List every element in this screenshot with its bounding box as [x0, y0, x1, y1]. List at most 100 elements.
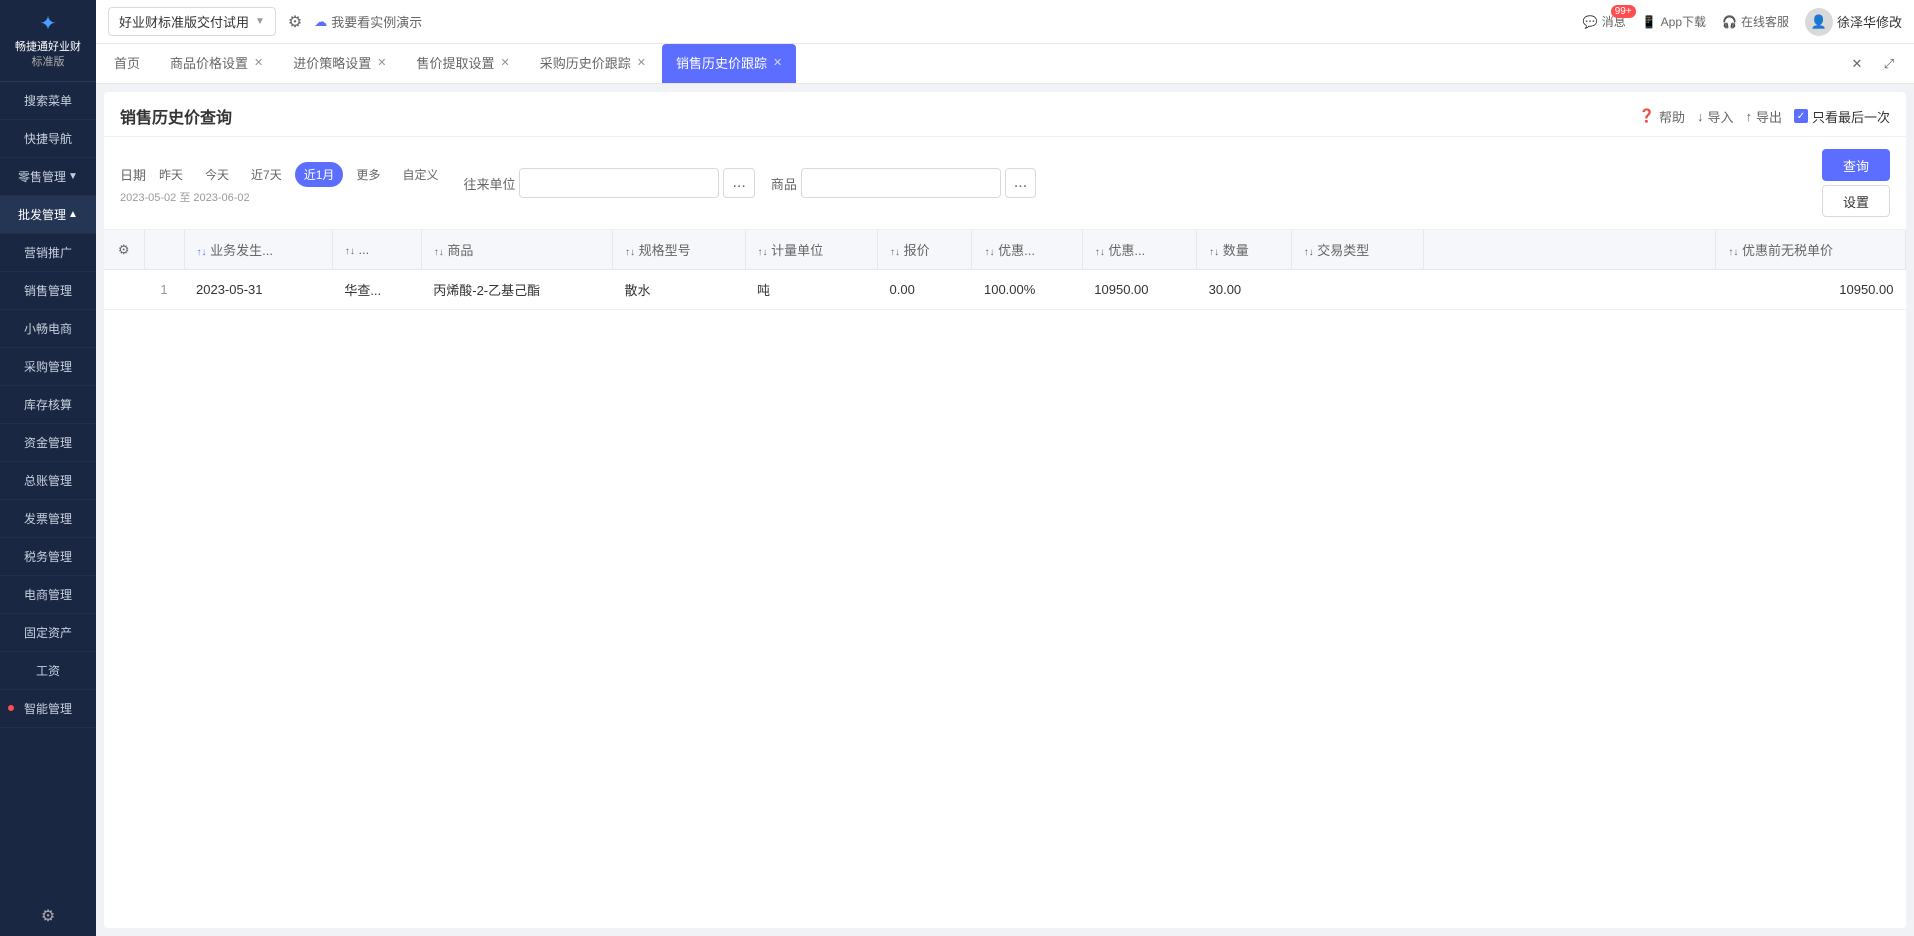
- import-link[interactable]: ↓ 导入: [1697, 107, 1734, 126]
- sidebar-item-assets[interactable]: 固定资产: [0, 614, 96, 652]
- date-btn-today[interactable]: 今天: [196, 162, 238, 187]
- date-btn-yesterday[interactable]: 昨天: [150, 162, 192, 187]
- sort-icon: ↑↓: [1095, 247, 1105, 258]
- sort-icon: ↑↓: [1209, 247, 1219, 258]
- th-product[interactable]: ↑↓ 商品: [421, 230, 612, 270]
- only-last-checkbox[interactable]: ✓: [1794, 109, 1808, 123]
- row-discount2: 10950.00: [1082, 270, 1196, 310]
- sidebar-item-ecommerce[interactable]: 电商管理: [0, 576, 96, 614]
- th-price[interactable]: ↑↓ 报价: [878, 230, 972, 270]
- top-right-actions: 💬 消息 99+ 📱 App下载 🎧 在线客服 👤 徐泽华修改: [1583, 8, 1902, 36]
- date-btn-last7[interactable]: 近7天: [242, 162, 291, 187]
- tab-home[interactable]: 首页: [100, 44, 154, 83]
- sort-icon: ↑↓: [345, 246, 355, 257]
- tab-bar: 首页 商品价格设置 ✕ 进价策略设置 ✕ 售价提取设置 ✕ 采购历史价跟踪 ✕ …: [96, 44, 1914, 84]
- filter-area: 日期 昨天 今天 近7天 近1月 更多 自定义 2023-05-02 至 202…: [104, 137, 1906, 230]
- partner-filter: 往来单位 ...: [463, 168, 754, 198]
- message-button[interactable]: 💬 消息 99+: [1583, 13, 1626, 30]
- th-trans-type[interactable]: ↑↓ 交易类型: [1291, 230, 1423, 270]
- sidebar-item-finance[interactable]: 资金管理: [0, 424, 96, 462]
- header-settings-icon[interactable]: ⚙: [288, 12, 302, 32]
- phone-icon: 📱: [1642, 15, 1657, 29]
- row-spacer: [1424, 270, 1716, 310]
- product-input[interactable]: [801, 168, 1001, 198]
- sidebar-item-invoice[interactable]: 发票管理: [0, 500, 96, 538]
- online-service-button[interactable]: 🎧 在线客服: [1722, 13, 1789, 30]
- date-range-text: 2023-05-02 至 2023-06-02: [120, 189, 250, 205]
- sidebar-item-sales[interactable]: 销售管理: [0, 272, 96, 310]
- product-filter: 商品 ...: [771, 168, 1036, 198]
- export-icon: ↑: [1745, 109, 1752, 124]
- partner-dots-btn[interactable]: ...: [723, 168, 754, 198]
- tab-close-icon[interactable]: ✕: [377, 56, 386, 69]
- tab-expand-btn[interactable]: ⤢: [1876, 51, 1902, 77]
- demo-cloud-icon: ☁: [314, 14, 327, 30]
- sidebar-item-payroll[interactable]: 工资: [0, 652, 96, 690]
- sidebar-item-purchase[interactable]: 采购管理: [0, 348, 96, 386]
- sidebar-item-wholesale[interactable]: 批发管理 ▲: [0, 196, 96, 234]
- app-download-button[interactable]: 📱 App下载: [1642, 13, 1706, 30]
- tab-close-btn[interactable]: ✕: [1844, 51, 1870, 77]
- tab-close-icon[interactable]: ✕: [637, 56, 646, 69]
- query-button[interactable]: 查询: [1822, 149, 1890, 181]
- user-info[interactable]: 👤 徐泽华修改: [1805, 8, 1902, 36]
- export-link[interactable]: ↑ 导出: [1745, 107, 1782, 126]
- user-icon: 👤: [1811, 14, 1827, 30]
- page-content: 销售历史价查询 ❓ 帮助 ↓ 导入 ↑ 导出 ✓ 只看最后一次: [104, 92, 1906, 928]
- partner-label: 往来单位: [463, 174, 515, 193]
- tab-close-icon[interactable]: ✕: [773, 56, 782, 69]
- th-gear[interactable]: ⚙: [104, 230, 144, 270]
- tab-purchase-strategy[interactable]: 进价策略设置 ✕: [279, 44, 400, 83]
- row-price: 0.00: [878, 270, 972, 310]
- sidebar-item-tax[interactable]: 税务管理: [0, 538, 96, 576]
- th-discount2[interactable]: ↑↓ 优惠...: [1082, 230, 1196, 270]
- table-container: ⚙ ↑↓ 业务发生... ↑↓ ... ↑↓ 商品: [104, 230, 1906, 928]
- user-name: 徐泽华修改: [1837, 12, 1902, 31]
- tab-bar-actions: ✕ ⤢: [1844, 51, 1910, 77]
- th-spacer: [1424, 230, 1716, 270]
- row-gear[interactable]: [104, 270, 144, 310]
- product-dots-btn[interactable]: ...: [1005, 168, 1036, 198]
- tab-sales-history[interactable]: 销售历史价跟踪 ✕: [662, 44, 796, 83]
- version-selector[interactable]: 好业财标准版交付试用 ▼: [108, 7, 276, 36]
- tab-close-icon[interactable]: ✕: [501, 56, 510, 69]
- th-spec[interactable]: ↑↓ 规格型号: [613, 230, 745, 270]
- logo-icon: ✦: [6, 10, 90, 38]
- sort-icon: ↑↓: [890, 247, 900, 258]
- th-unit[interactable]: ↑↓ 计量单位: [745, 230, 877, 270]
- row-extra: 华查...: [332, 270, 421, 310]
- sidebar-item-retail[interactable]: 零售管理 ▼: [0, 158, 96, 196]
- sidebar-item-smart[interactable]: 智能管理: [0, 690, 96, 728]
- th-discount1[interactable]: ↑↓ 优惠...: [972, 230, 1082, 270]
- th-date[interactable]: ↑↓ 业务发生...: [184, 230, 332, 270]
- tab-sale-extract[interactable]: 售价提取设置 ✕: [402, 44, 523, 83]
- sidebar-item-quicknav[interactable]: 快捷导航: [0, 120, 96, 158]
- th-pretax-price[interactable]: ↑↓ 优惠前无税单价: [1716, 230, 1906, 270]
- sidebar-item-account[interactable]: 总账管理: [0, 462, 96, 500]
- sidebar-item-inventory[interactable]: 库存核算: [0, 386, 96, 424]
- row-product: 丙烯酸-2-乙基己酯: [421, 270, 612, 310]
- sidebar-item-ecommerce-small[interactable]: 小畅电商: [0, 310, 96, 348]
- help-link[interactable]: ❓ 帮助: [1639, 107, 1685, 126]
- th-extra[interactable]: ↑↓ ...: [332, 230, 421, 270]
- settings-button[interactable]: 设置: [1822, 185, 1890, 217]
- partner-input[interactable]: [519, 168, 719, 198]
- version-label: 好业财标准版交付试用: [119, 12, 249, 31]
- sidebar-item-marketing[interactable]: 营销推广: [0, 234, 96, 272]
- sort-icon: ↑↓: [1304, 247, 1314, 258]
- tab-product-price[interactable]: 商品价格设置 ✕: [156, 44, 277, 83]
- only-last-checkbox-label[interactable]: ✓ 只看最后一次: [1794, 107, 1890, 126]
- date-btn-custom[interactable]: 自定义: [393, 162, 447, 187]
- sidebar-item-search[interactable]: 搜索菜单: [0, 82, 96, 120]
- demo-button[interactable]: ☁ 我要看实例演示: [314, 12, 422, 31]
- tab-close-icon[interactable]: ✕: [254, 56, 263, 69]
- sidebar-settings[interactable]: ⚙: [0, 896, 96, 936]
- tab-purchase-history[interactable]: 采购历史价跟踪 ✕: [526, 44, 660, 83]
- import-icon: ↓: [1697, 109, 1704, 124]
- date-btn-last1m[interactable]: 近1月: [295, 162, 344, 187]
- date-btn-more[interactable]: 更多: [347, 162, 389, 187]
- date-buttons: 日期 昨天 今天 近7天 近1月 更多 自定义: [120, 162, 447, 187]
- th-quantity[interactable]: ↑↓ 数量: [1197, 230, 1291, 270]
- logo-version: 标准版: [6, 55, 90, 70]
- message-icon: 💬: [1583, 15, 1598, 29]
